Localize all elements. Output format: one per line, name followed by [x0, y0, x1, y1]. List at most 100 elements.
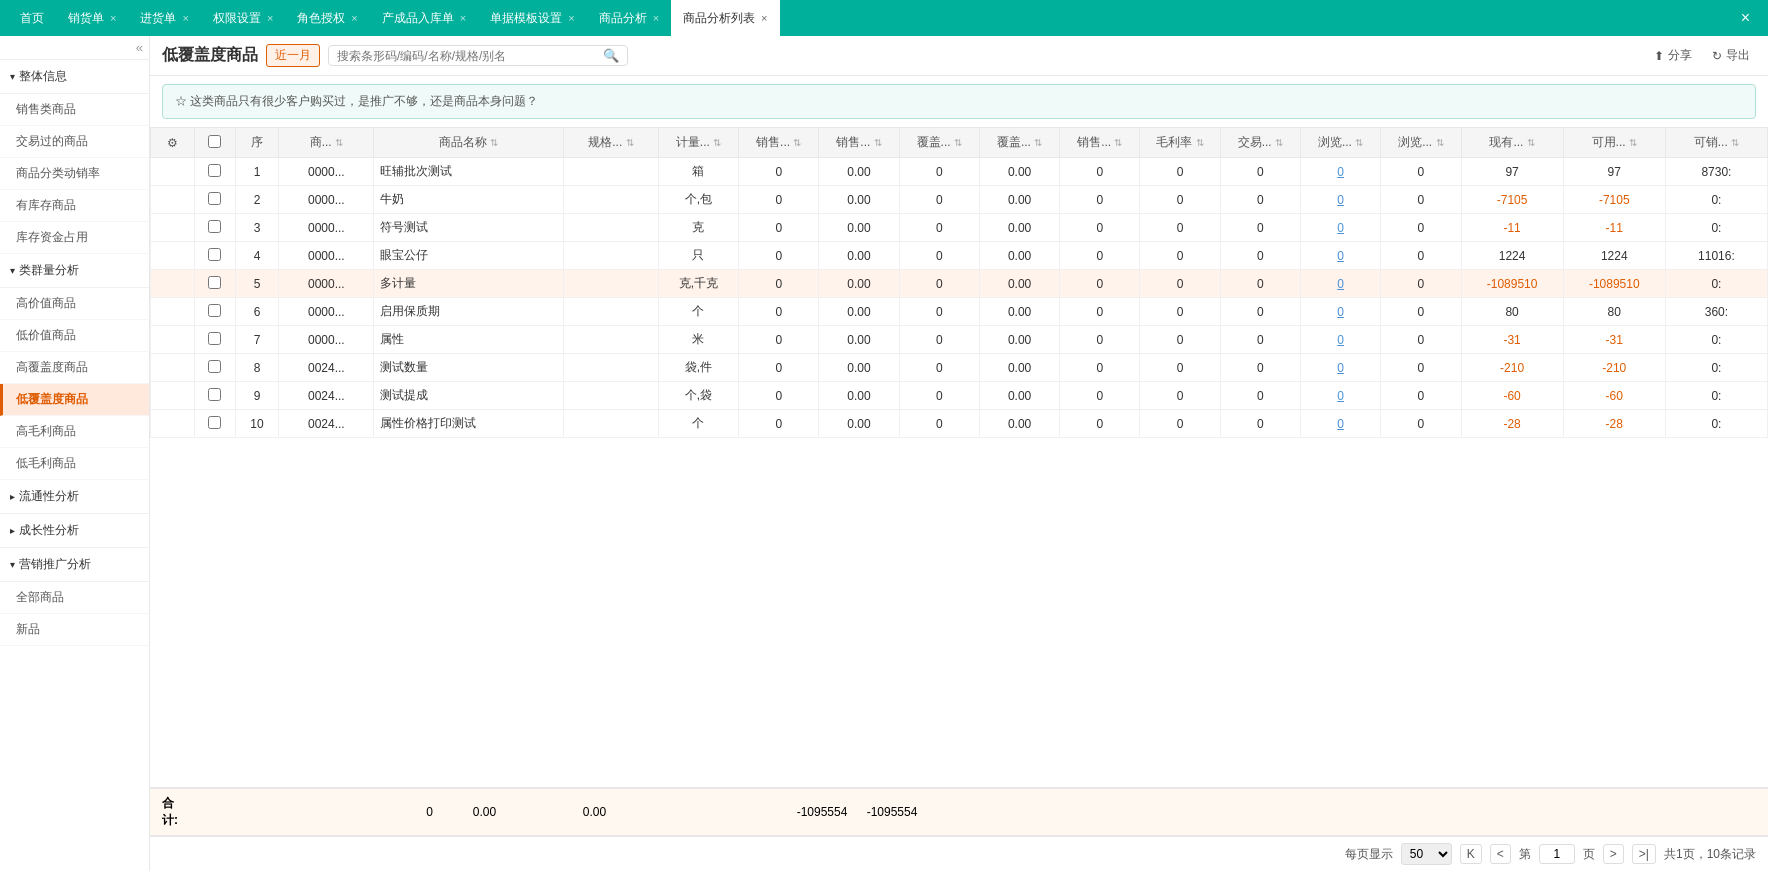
period-button[interactable]: 近一月 [266, 44, 320, 67]
name-column-header[interactable]: 商品名称 ⇅ [374, 128, 564, 158]
browse1-cell[interactable]: 0 [1300, 186, 1380, 214]
available-column-header[interactable]: 可用... ⇅ [1563, 128, 1665, 158]
checkbox-cell[interactable] [194, 326, 235, 354]
sellable-cell: 0: [1665, 410, 1767, 438]
close-all-button[interactable]: × [1731, 9, 1760, 27]
checkbox-cell[interactable] [194, 382, 235, 410]
sidebar-item-category-rate[interactable]: 商品分类动销率 [0, 158, 149, 190]
nav-purchase-order[interactable]: 进货单 × [128, 0, 200, 36]
sidebar-item-high-margin[interactable]: 高毛利商品 [0, 416, 149, 448]
row-checkbox[interactable] [208, 220, 221, 233]
nav-finished-goods[interactable]: 产成品入库单 × [370, 0, 478, 36]
checkbox-column-header[interactable] [194, 128, 235, 158]
browse1-cell[interactable]: 0 [1300, 382, 1380, 410]
browse1-cell[interactable]: 0 [1300, 354, 1380, 382]
share-button[interactable]: ⬆ 分享 [1648, 44, 1698, 67]
browse2-column-header[interactable]: 浏览... ⇅ [1381, 128, 1461, 158]
checkbox-cell[interactable] [194, 354, 235, 382]
browse1-cell[interactable]: 0 [1300, 410, 1380, 438]
nav-permission-settings[interactable]: 权限设置 × [201, 0, 285, 36]
nav-role-auth[interactable]: 角色授权 × [285, 0, 369, 36]
checkbox-cell[interactable] [194, 214, 235, 242]
nav-home[interactable]: 首页 [8, 0, 56, 36]
current-stock-column-header[interactable]: 现有... ⇅ [1461, 128, 1563, 158]
nav-product-analysis-list[interactable]: 商品分析列表 × [671, 0, 779, 36]
row-checkbox[interactable] [208, 388, 221, 401]
prev-page-button[interactable]: < [1490, 844, 1511, 864]
unit-column-header[interactable]: 计量... ⇅ [658, 128, 738, 158]
sidebar-section-liquidity[interactable]: ▸ 流通性分析 [0, 480, 149, 514]
checkbox-cell[interactable] [194, 242, 235, 270]
checkbox-cell[interactable] [194, 186, 235, 214]
sidebar-section-marketing[interactable]: ▾ 营销推广分析 [0, 548, 149, 582]
spec-cell [564, 158, 659, 186]
sidebar-item-new-goods[interactable]: 新品 [0, 614, 149, 646]
close-icon[interactable]: × [267, 12, 273, 24]
sidebar-collapse-button[interactable]: « [136, 40, 143, 55]
checkbox-cell[interactable] [194, 158, 235, 186]
next-page-button[interactable]: > [1603, 844, 1624, 864]
sidebar-item-traded-goods[interactable]: 交易过的商品 [0, 126, 149, 158]
sidebar-section-overall[interactable]: ▾ 整体信息 [0, 60, 149, 94]
sales-qty-column-header[interactable]: 销售... ⇅ [739, 128, 819, 158]
trade-column-header[interactable]: 交易... ⇅ [1220, 128, 1300, 158]
sidebar-section-cluster[interactable]: ▾ 类群量分析 [0, 254, 149, 288]
settings-column-header[interactable]: ⚙ [151, 128, 195, 158]
close-icon[interactable]: × [351, 12, 357, 24]
row-checkbox[interactable] [208, 332, 221, 345]
browse1-cell[interactable]: 0 [1300, 298, 1380, 326]
browse1-cell[interactable]: 0 [1300, 326, 1380, 354]
seq-column-header: 序 [235, 128, 279, 158]
browse1-cell[interactable]: 0 [1300, 158, 1380, 186]
row-checkbox[interactable] [208, 416, 221, 429]
gross-rate-column-header[interactable]: 毛利率 ⇅ [1140, 128, 1220, 158]
sellable-column-header[interactable]: 可销... ⇅ [1665, 128, 1767, 158]
sidebar-section-growth[interactable]: ▸ 成长性分析 [0, 514, 149, 548]
sales3-column-header[interactable]: 销售... ⇅ [1060, 128, 1140, 158]
spec-column-header[interactable]: 规格... ⇅ [564, 128, 659, 158]
export-button[interactable]: ↻ 导出 [1706, 44, 1756, 67]
sidebar-item-all-goods[interactable]: 全部商品 [0, 582, 149, 614]
cover1-column-header[interactable]: 覆盖... ⇅ [899, 128, 979, 158]
nav-template-settings[interactable]: 单据模板设置 × [478, 0, 586, 36]
row-checkbox[interactable] [208, 248, 221, 261]
browse1-column-header[interactable]: 浏览... ⇅ [1300, 128, 1380, 158]
select-all-checkbox[interactable] [208, 135, 221, 148]
close-icon[interactable]: × [182, 12, 188, 24]
cover2-column-header[interactable]: 覆盖... ⇅ [979, 128, 1059, 158]
checkbox-cell[interactable] [194, 298, 235, 326]
sidebar-item-high-value[interactable]: 高价值商品 [0, 288, 149, 320]
sidebar-item-low-coverage[interactable]: 低覆盖度商品 [0, 384, 149, 416]
last-page-button[interactable]: >| [1632, 844, 1656, 864]
current-page-input[interactable] [1539, 844, 1575, 864]
gross-rate-cell: 0 [1140, 326, 1220, 354]
sidebar-item-low-value[interactable]: 低价值商品 [0, 320, 149, 352]
sidebar-item-stock-capital[interactable]: 库存资金占用 [0, 222, 149, 254]
row-checkbox[interactable] [208, 276, 221, 289]
nav-product-analysis[interactable]: 商品分析 × [587, 0, 671, 36]
code-column-header[interactable]: 商... ⇅ [279, 128, 374, 158]
browse1-cell[interactable]: 0 [1300, 214, 1380, 242]
row-checkbox[interactable] [208, 164, 221, 177]
close-icon[interactable]: × [110, 12, 116, 24]
checkbox-cell[interactable] [194, 410, 235, 438]
page-size-select[interactable]: 50 20 100 [1401, 843, 1452, 865]
row-checkbox[interactable] [208, 360, 221, 373]
row-checkbox[interactable] [208, 304, 221, 317]
close-icon[interactable]: × [653, 12, 659, 24]
sidebar-item-sales-goods[interactable]: 销售类商品 [0, 94, 149, 126]
close-icon[interactable]: × [460, 12, 466, 24]
search-input[interactable] [337, 49, 599, 63]
sales-amt-column-header[interactable]: 销售... ⇅ [819, 128, 899, 158]
browse1-cell[interactable]: 0 [1300, 270, 1380, 298]
first-page-button[interactable]: K [1460, 844, 1482, 864]
close-icon[interactable]: × [761, 12, 767, 24]
nav-sales-order[interactable]: 销货单 × [56, 0, 128, 36]
sidebar-item-low-margin[interactable]: 低毛利商品 [0, 448, 149, 480]
row-checkbox[interactable] [208, 192, 221, 205]
close-icon[interactable]: × [568, 12, 574, 24]
checkbox-cell[interactable] [194, 270, 235, 298]
browse1-cell[interactable]: 0 [1300, 242, 1380, 270]
sidebar-item-in-stock[interactable]: 有库存商品 [0, 190, 149, 222]
sidebar-item-high-coverage[interactable]: 高覆盖度商品 [0, 352, 149, 384]
